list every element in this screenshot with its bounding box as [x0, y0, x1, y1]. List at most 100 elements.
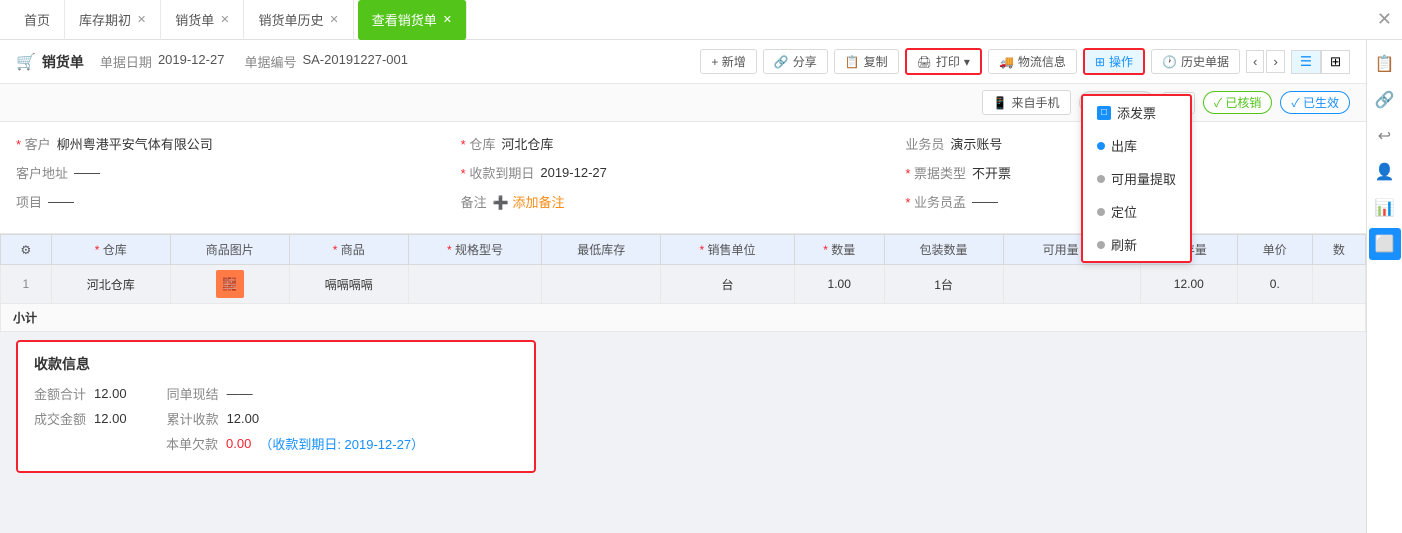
- tab-sales-close[interactable]: ✕: [220, 13, 229, 26]
- tab-inventory[interactable]: 库存期初 ✕: [65, 0, 161, 40]
- deal-value: 12.00: [94, 411, 127, 426]
- col-unit: * 销售单位: [661, 235, 795, 265]
- sold-icon: ✓: [1214, 96, 1222, 110]
- staff-label: 业务员: [905, 134, 944, 153]
- col-warehouse: * 仓库: [51, 235, 170, 265]
- col-extra: 数: [1312, 235, 1365, 265]
- view-toggle: ☰ ⊞: [1291, 50, 1350, 74]
- amount-value: 12.00: [94, 386, 127, 401]
- customer-label: 客户: [16, 134, 51, 153]
- tab-home[interactable]: 首页: [10, 0, 65, 40]
- effective-badge[interactable]: ✓ 已生效: [1280, 91, 1350, 114]
- ticket-value: 不开票: [972, 163, 1011, 182]
- row-price: 0.: [1237, 265, 1312, 304]
- due-date-label: 收款到期日: [461, 163, 535, 182]
- grid-view-button[interactable]: ⊞: [1321, 50, 1350, 74]
- dropdown-refresh[interactable]: 刷新: [1083, 228, 1190, 261]
- product-image: 🧱: [216, 270, 244, 298]
- staff2-value: ——: [972, 194, 998, 209]
- address-field: 客户地址 ——: [16, 163, 461, 182]
- history-button[interactable]: 🕐 历史单据: [1151, 49, 1240, 74]
- deal-field: 成交金额 12.00: [34, 409, 127, 428]
- staff2-label: 业务员孟: [905, 192, 966, 211]
- owe-note: （收款到期日: 2019-12-27）: [259, 434, 424, 453]
- doc-header: 🛒 销货单 单据日期 2019-12-27 单据编号 SA-20191227-0…: [0, 40, 1366, 84]
- next-button[interactable]: ›: [1266, 50, 1284, 73]
- subtotal-label: 小计: [1, 304, 1366, 332]
- owe-value: 0.00: [226, 436, 251, 451]
- same-order-field: 同单现结 ——: [167, 384, 253, 403]
- from-phone-button[interactable]: 📱 来自手机: [982, 90, 1071, 115]
- sidebar-chart-icon[interactable]: 📊: [1369, 192, 1401, 224]
- tab-history[interactable]: 销货单历史 ✕: [244, 0, 353, 40]
- row-no: 1: [1, 265, 52, 304]
- owe-field: 本单欠款 0.00 （收款到期日: 2019-12-27）: [166, 434, 424, 453]
- cumulative-value: 12.00: [227, 411, 260, 426]
- operate-button[interactable]: ⊞ 操作: [1083, 48, 1145, 75]
- close-window[interactable]: ✕: [1377, 9, 1392, 30]
- tab-view-sales-close[interactable]: ✕: [443, 13, 452, 26]
- logistics-icon: 🚚: [999, 55, 1014, 69]
- ticket-label: 票据类型: [905, 163, 966, 182]
- deal-label: 成交金额: [34, 409, 86, 428]
- doc-date-field: 单据日期 2019-12-27: [100, 52, 225, 71]
- same-order-label: 同单现结: [167, 384, 219, 403]
- payment-row-2: 成交金额 12.00 累计收款 12.00: [34, 409, 518, 428]
- tab-sales-label: 销货单: [175, 10, 214, 29]
- copy-button[interactable]: 📋 复制: [834, 49, 899, 74]
- warehouse-label: 仓库: [461, 134, 496, 153]
- tab-sales[interactable]: 销货单 ✕: [161, 0, 244, 40]
- tab-bar: 首页 库存期初 ✕ 销货单 ✕ 销货单历史 ✕ 查看销货单 ✕ ✕: [0, 0, 1402, 40]
- doc-no-field: 单据编号 SA-20191227-001: [244, 52, 408, 71]
- payment-title: 收款信息: [34, 354, 518, 374]
- doc-title: 🛒 销货单: [16, 52, 84, 72]
- staff-value: 演示账号: [950, 134, 1002, 153]
- note-label: 备注: [461, 192, 487, 211]
- sidebar-link-icon[interactable]: 🔗: [1369, 84, 1401, 116]
- tab-history-close[interactable]: ✕: [330, 13, 339, 26]
- sidebar-user-icon[interactable]: 👤: [1369, 156, 1401, 188]
- customer-field: 客户 柳州粤港平安气体有限公司: [16, 134, 461, 153]
- doc-date-value: 2019-12-27: [158, 52, 225, 71]
- tab-inventory-close[interactable]: ✕: [137, 13, 146, 26]
- sidebar-doc-icon[interactable]: 📋: [1369, 48, 1401, 80]
- new-button[interactable]: + 新增: [700, 49, 756, 74]
- share-button[interactable]: 🔗 分享: [763, 49, 828, 74]
- list-view-button[interactable]: ☰: [1291, 50, 1321, 74]
- prev-button[interactable]: ‹: [1246, 50, 1264, 73]
- add-invoice-label: 添发票: [1117, 103, 1156, 122]
- dropdown-outbound[interactable]: 出库: [1083, 129, 1190, 162]
- print-button[interactable]: 🖨 打印 ▾: [905, 48, 982, 75]
- row-pack-qty: 1台: [884, 265, 1003, 304]
- dropdown-locate[interactable]: 定位: [1083, 195, 1190, 228]
- tab-history-label: 销货单历史: [258, 10, 323, 29]
- tab-home-label: 首页: [24, 10, 50, 29]
- tab-view-sales-label: 查看销货单: [372, 10, 437, 29]
- col-product: * 商品: [289, 235, 408, 265]
- tab-view-sales[interactable]: 查看销货单 ✕: [358, 0, 467, 40]
- logistics-button[interactable]: 🚚 物流信息: [988, 49, 1077, 74]
- row-product: 嗝嗝嗝嗝: [289, 265, 408, 304]
- history-icon: 🕐: [1162, 55, 1177, 69]
- warehouse-value: 河北仓库: [501, 134, 553, 153]
- note-field: 备注 ➕ 添加备注: [461, 192, 906, 211]
- sidebar-return-icon[interactable]: ↩: [1369, 120, 1401, 152]
- effective-icon: ✓: [1291, 96, 1299, 110]
- due-date-value: 2019-12-27: [540, 165, 607, 180]
- sold-badge[interactable]: ✓ 已核销: [1203, 91, 1273, 114]
- add-note-button[interactable]: ➕ 添加备注: [493, 192, 565, 211]
- outbound-icon: [1097, 142, 1105, 150]
- customer-value: 柳州粤港平安气体有限公司: [57, 134, 213, 153]
- dropdown-add-invoice[interactable]: □ 添发票: [1083, 96, 1190, 129]
- doc-type-label: 销货单: [42, 52, 84, 72]
- project-value: ——: [48, 194, 74, 209]
- row-extra: [1312, 265, 1365, 304]
- doc-meta: 单据日期 2019-12-27 单据编号 SA-20191227-001: [100, 52, 408, 71]
- sidebar-expand-icon[interactable]: ⬜: [1369, 228, 1401, 260]
- operate-icon: ⊞: [1095, 55, 1105, 69]
- print-dropdown-arrow: ▾: [964, 55, 970, 69]
- row-warehouse: 河北仓库: [51, 265, 170, 304]
- dropdown-available[interactable]: 可用量提取: [1083, 162, 1190, 195]
- doc-icon: 🛒: [16, 52, 36, 72]
- doc-no-value: SA-20191227-001: [302, 52, 408, 71]
